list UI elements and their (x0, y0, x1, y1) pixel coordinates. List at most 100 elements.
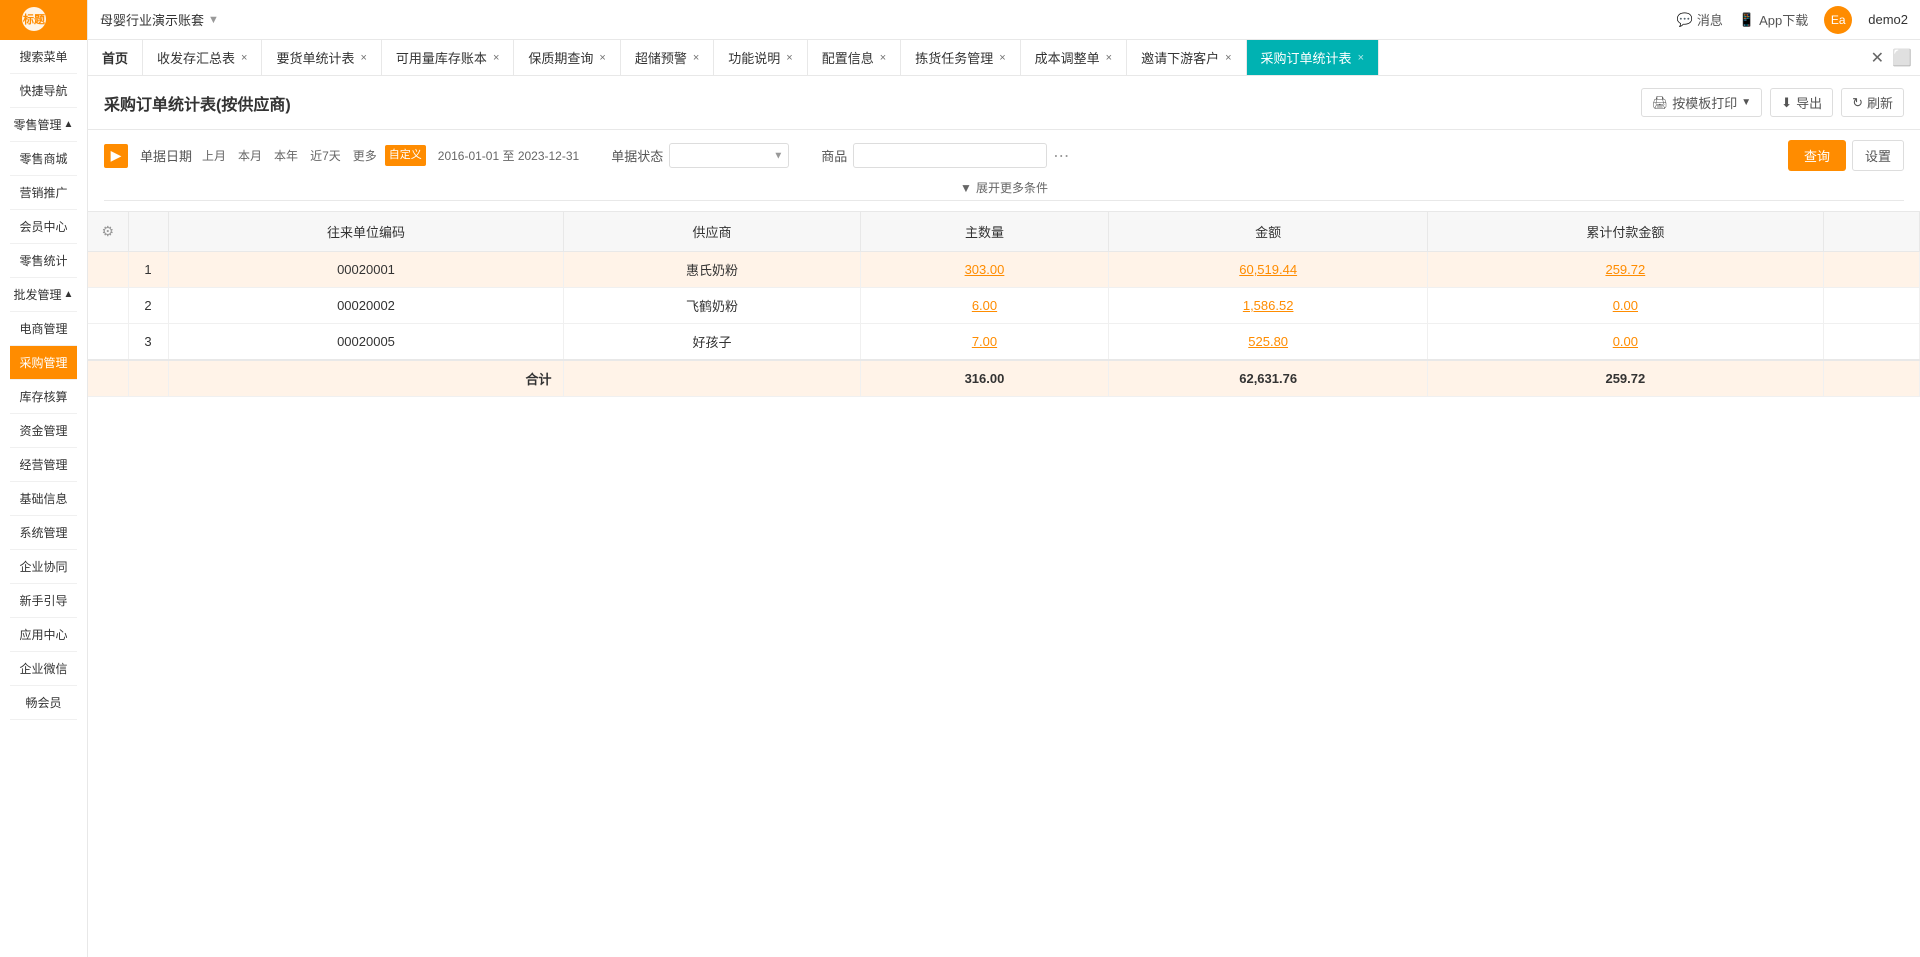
org-selector[interactable]: 母婴行业演示账套 ▼ (100, 10, 1669, 29)
sidebar-item-purchase-mgmt[interactable]: 采购管理 (10, 346, 78, 380)
nav-tab-close-cost-adjust[interactable]: × (1106, 52, 1112, 64)
sidebar-item-marketing[interactable]: 营销推广 (10, 176, 78, 210)
nav-tab-close-receive-summary[interactable]: × (241, 52, 247, 64)
expand-btn[interactable]: ▼ 展开更多条件 (960, 179, 1048, 196)
org-dropdown-icon[interactable]: ▼ (208, 14, 219, 26)
nav-tab-config-info[interactable]: 配置信息 × (808, 40, 901, 76)
cell-extra-1 (1823, 288, 1919, 324)
cell-supplier-name-0: 惠氏奶粉 (564, 252, 860, 288)
cell-amount-1[interactable]: 1,586.52 (1109, 288, 1427, 324)
nav-tab-cost-adjust[interactable]: 成本调整单× (1021, 40, 1127, 76)
nav-tab-close-available-inventory[interactable]: × (493, 52, 499, 64)
filter-expand-arrow[interactable]: ▶ (104, 144, 128, 168)
table-wrap: ⚙ 往来单位编码 供应商 主数量 金额 累计付款金额 1 00020001 惠氏… (88, 212, 1920, 957)
nav-tab-close-purchase-summary[interactable]: × (1358, 52, 1364, 64)
message-label: 消息 (1697, 10, 1723, 29)
sidebar-item-search[interactable]: 搜索菜单 (10, 40, 78, 74)
sidebar-item-member-center[interactable]: 会员中心 (10, 210, 78, 244)
nav-tab-home[interactable]: 首页 (88, 40, 143, 76)
page-title: 采购订单统计表(按供应商) (104, 91, 291, 127)
sidebar-item-retail-stats[interactable]: 零售统计 (10, 244, 78, 278)
status-filter: 单据状态 (611, 143, 789, 168)
main-area: 母婴行业演示账套 ▼ 💬 消息 📱 App下载 Ea demo2 首页收发存汇总… (88, 0, 1920, 957)
nav-tab-picking-task[interactable]: 拣货任务管理× (901, 40, 1020, 76)
shortcut-7days[interactable]: 近7天 (306, 145, 345, 166)
cell-paid-amount-2[interactable]: 0.00 (1427, 324, 1823, 361)
nav-tab-close-invite-downstream[interactable]: × (1225, 52, 1231, 64)
nav-tab-expiry-query[interactable]: 保质期查询× (514, 40, 620, 76)
cell-paid-amount-1[interactable]: 0.00 (1427, 288, 1823, 324)
status-select[interactable] (669, 143, 789, 168)
table-row[interactable]: 2 00020002 飞鹤奶粉 6.00 1,586.52 0.00 (88, 288, 1920, 324)
table-row[interactable]: 1 00020001 惠氏奶粉 303.00 60,519.44 259.72 (88, 252, 1920, 288)
sidebar-item-inventory-check[interactable]: 库存核算 (10, 380, 78, 414)
cell-quantity-0[interactable]: 303.00 (860, 252, 1109, 288)
cell-quantity-2[interactable]: 7.00 (860, 324, 1109, 361)
sidebar-item-wholesale-mgmt[interactable]: 批发管理▲ (10, 278, 78, 312)
goods-input[interactable] (853, 143, 1047, 168)
settings-btn[interactable]: 设置 (1852, 140, 1904, 171)
nav-tab-invite-downstream[interactable]: 邀请下游客户 × (1127, 40, 1246, 76)
sidebar-item-system-mgmt[interactable]: 系统管理 (10, 516, 78, 550)
col-settings: ⚙ (88, 212, 128, 252)
nav-tab-receive-summary[interactable]: 收发存汇总表 × (143, 40, 262, 76)
table-header-row: ⚙ 往来单位编码 供应商 主数量 金额 累计付款金额 (88, 212, 1920, 252)
nav-tab-available-inventory[interactable]: 可用量库存账本× (382, 40, 514, 76)
sidebar-item-quick-nav[interactable]: 快捷导航 (10, 74, 78, 108)
sidebar-item-basic-info[interactable]: 基础信息 (10, 482, 78, 516)
close-tab-btn[interactable]: ✕ (1871, 48, 1884, 68)
nav-tab-close-config-info[interactable]: × (880, 52, 886, 64)
table-row[interactable]: 3 00020005 好孩子 7.00 525.80 0.00 (88, 324, 1920, 361)
nav-tab-overstock-warning[interactable]: 超储预警× (621, 40, 714, 76)
refresh-btn[interactable]: ↻ 刷新 (1841, 88, 1904, 117)
cell-quantity-1[interactable]: 6.00 (860, 288, 1109, 324)
nav-tab-label-receive-summary: 收发存汇总表 (157, 48, 235, 67)
app-download-label: App下载 (1759, 10, 1808, 29)
content-area: 采购订单统计表(按供应商) 🖨 按模板打印 ▼ ⬇ 导出 ↻ 刷新 (88, 76, 1920, 957)
date-filter: 单据日期 上月 本月 本年 近7天 更多 自定义 (140, 145, 426, 166)
sidebar-item-enterprise-collab[interactable]: 企业协同 (10, 550, 78, 584)
cell-amount-2[interactable]: 525.80 (1109, 324, 1427, 361)
settings-icon[interactable]: ⚙ (101, 223, 114, 239)
nav-tab-close-overstock-warning[interactable]: × (693, 52, 699, 64)
print-btn[interactable]: 🖨 按模板打印 ▼ (1641, 88, 1762, 117)
shortcut-last-month[interactable]: 上月 (198, 145, 230, 166)
expand-area: ▼ 展开更多条件 (104, 175, 1904, 201)
goods-more-icon[interactable]: ⋯ (1053, 146, 1069, 166)
message-btn[interactable]: 💬 消息 (1677, 10, 1723, 29)
nav-tab-close-order-summary[interactable]: × (360, 52, 366, 64)
nav-tab-label-invite-downstream: 邀请下游客户 (1141, 48, 1219, 67)
col-amount: 金额 (1109, 212, 1427, 252)
maximize-btn[interactable]: ⬜ (1892, 48, 1912, 68)
cell-paid-amount-0[interactable]: 259.72 (1427, 252, 1823, 288)
nav-tab-close-function-desc[interactable]: × (786, 52, 792, 64)
sidebar-item-app-center[interactable]: 应用中心 (10, 618, 78, 652)
nav-tab-label-home: 首页 (102, 48, 128, 67)
footer-rownum (128, 360, 168, 397)
sidebar-item-ops-mgmt[interactable]: 经营管理 (10, 448, 78, 482)
shortcut-this-year[interactable]: 本年 (270, 145, 302, 166)
shortcut-this-month[interactable]: 本月 (234, 145, 266, 166)
sidebar-item-membership[interactable]: 畅会员 (10, 686, 78, 720)
cell-rownum-2: 3 (128, 324, 168, 361)
app-download-btn[interactable]: 📱 App下载 (1739, 10, 1808, 29)
cell-supplier-code-0: 00020001 (168, 252, 564, 288)
sidebar-item-ecommerce-mgmt[interactable]: 电商管理 (10, 312, 78, 346)
sidebar-item-capital-mgmt[interactable]: 资金管理 (10, 414, 78, 448)
nav-tab-purchase-summary[interactable]: 采购订单统计表× (1247, 40, 1379, 76)
topbar-actions: 💬 消息 📱 App下载 Ea demo2 (1677, 6, 1908, 34)
nav-tab-close-picking-task[interactable]: × (999, 52, 1005, 64)
sidebar-item-new-user-guide[interactable]: 新手引导 (10, 584, 78, 618)
sidebar-item-retail-store[interactable]: 零售商城 (10, 142, 78, 176)
nav-tab-function-desc[interactable]: 功能说明× (714, 40, 807, 76)
user-avatar[interactable]: Ea (1824, 6, 1852, 34)
nav-tab-order-summary[interactable]: 要货单统计表× (262, 40, 381, 76)
query-btn[interactable]: 查询 (1788, 140, 1846, 171)
sidebar-item-enterprise-wechat[interactable]: 企业微信 (10, 652, 78, 686)
nav-tab-close-expiry-query[interactable]: × (599, 52, 605, 64)
cell-amount-0[interactable]: 60,519.44 (1109, 252, 1427, 288)
shortcut-more[interactable]: 更多 (349, 145, 381, 166)
nav-tab-label-config-info: 配置信息 (822, 48, 874, 67)
export-btn[interactable]: ⬇ 导出 (1770, 88, 1833, 117)
sidebar-item-retail-mgmt[interactable]: 零售管理▲ (10, 108, 78, 142)
